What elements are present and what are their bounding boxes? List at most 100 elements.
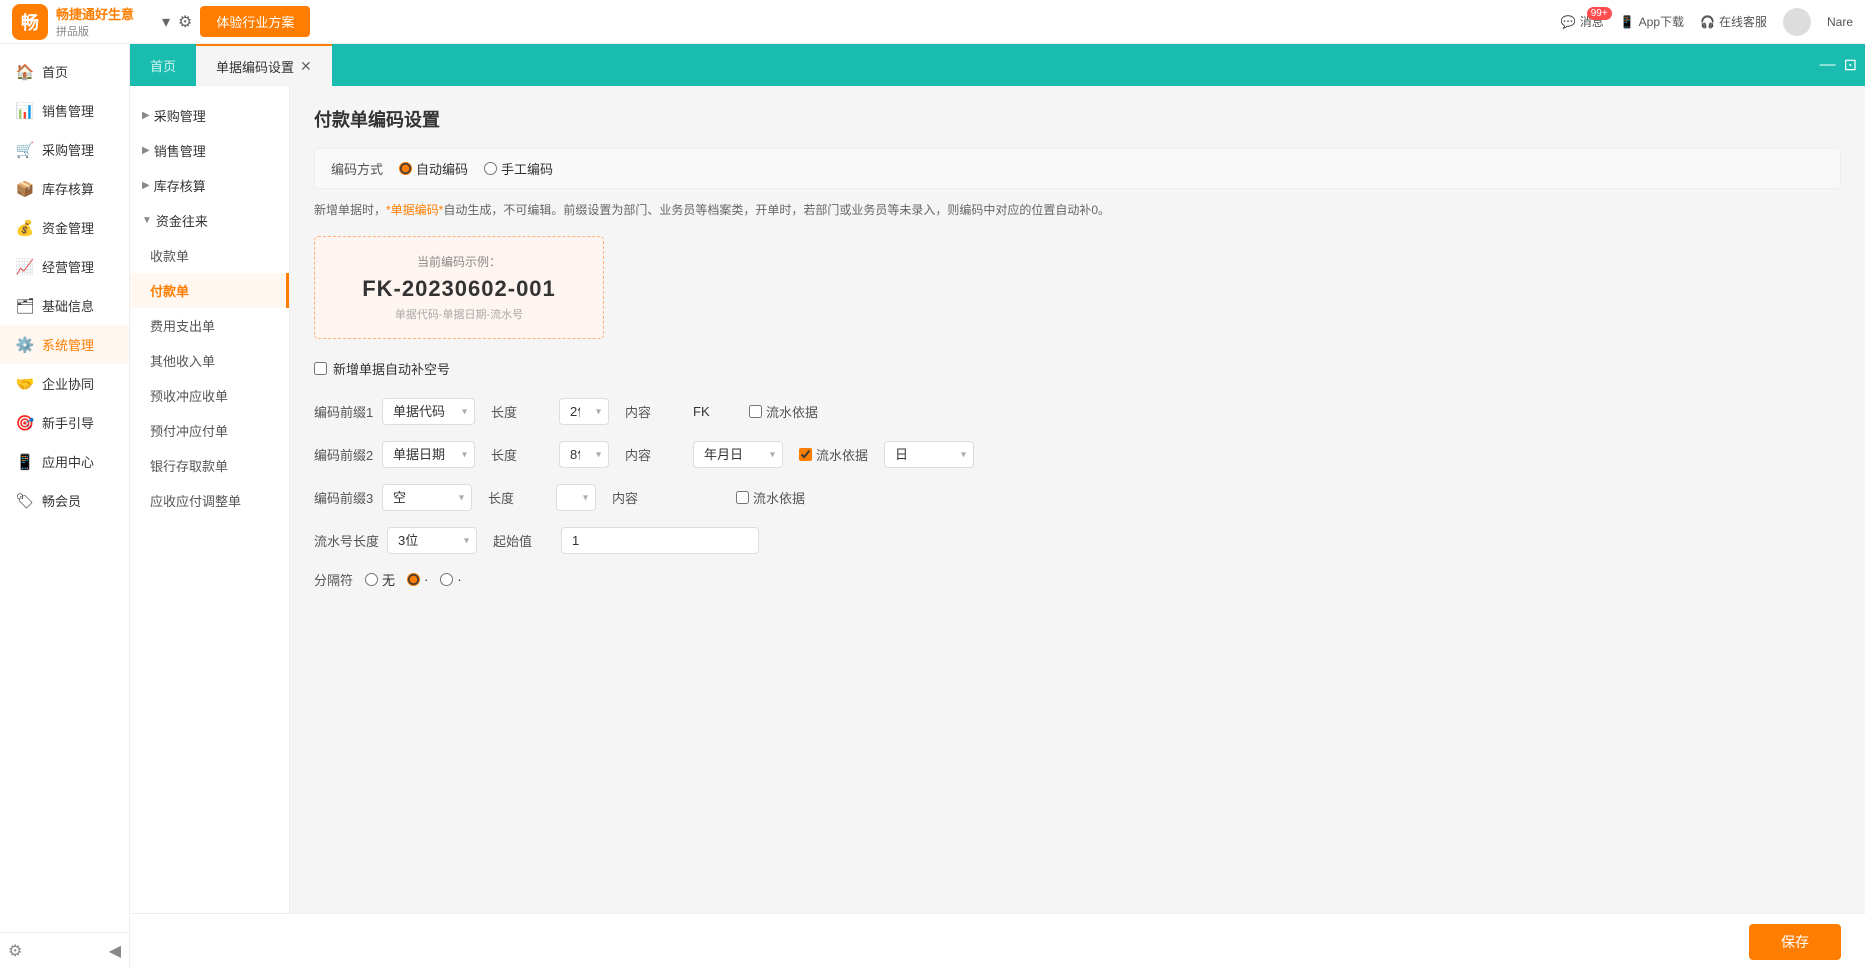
sidebar-item-sales[interactable]: 📊 销售管理 — [0, 91, 129, 130]
prefix1-select[interactable]: 单据代码 — [382, 398, 475, 425]
prefix3-content-label: 内容 — [612, 488, 672, 507]
prefix2-field: 编码前缀2 单据日期 ▾ — [314, 441, 475, 468]
prefix2-content-field: 内容 年月日 ▾ — [625, 441, 783, 468]
start-value-label: 起始值 — [493, 531, 553, 550]
prefix2-period-select[interactable]: 日 — [884, 441, 974, 468]
prefix3-serial-checkbox[interactable] — [736, 491, 749, 504]
sub-header-inventory[interactable]: ▶ 库存核算 — [130, 168, 289, 203]
sub-item-advance-payable[interactable]: 预付冲应付单 — [130, 413, 289, 448]
sidebar-nav: 🏠 首页 📊 销售管理 🛒 采购管理 📦 库存核算 💰 资金管理 📈 经 — [0, 44, 129, 932]
save-button[interactable]: 保存 — [1749, 924, 1841, 960]
sub-group-purchase: ▶ 采购管理 — [130, 98, 289, 133]
prefix1-length-select[interactable]: 2位 — [559, 398, 609, 425]
sep-dot-radio[interactable] — [407, 573, 420, 586]
avatar[interactable] — [1783, 8, 1811, 36]
prefix3-label: 编码前缀3 — [314, 488, 374, 507]
sub-item-payment[interactable]: 付款单 — [130, 273, 289, 308]
top-header: 畅 畅捷通好生意 拼品版 ▾ ⚙ 体验行业方案 💬 消息 99+ 📱 App下载… — [0, 0, 1865, 44]
sub-item-adjustment[interactable]: 应收应付调整单 — [130, 483, 289, 518]
prefix3-serial-label[interactable]: 流水依据 — [736, 488, 805, 507]
sidebar-item-home[interactable]: 🏠 首页 — [0, 52, 129, 91]
message-icon: 💬 — [1561, 15, 1576, 29]
dropdown-btn[interactable]: ▾ — [162, 12, 170, 32]
sub-item-advance-receivable[interactable]: 预收冲应收单 — [130, 378, 289, 413]
left-sidebar: 🏠 首页 📊 销售管理 🛒 采购管理 📦 库存核算 💰 资金管理 📈 经 — [0, 44, 130, 969]
message-btn[interactable]: 💬 消息 99+ — [1561, 13, 1604, 30]
tab-bar: 首页 单据编码设置 ✕ — ⊡ — [130, 44, 1865, 86]
sidebar-item-system[interactable]: ⚙️ 系统管理 — [0, 325, 129, 364]
sep-none-option[interactable]: 无 — [365, 570, 395, 589]
prefix1-serial-checkbox[interactable] — [749, 405, 762, 418]
tab-maximize-btn[interactable]: ⊡ — [1844, 55, 1857, 75]
sep-dash-option[interactable]: · — [440, 572, 461, 587]
sep-none-label: 无 — [382, 570, 395, 589]
auto-encode-option[interactable]: 自动编码 — [399, 159, 468, 178]
sub-item-bank[interactable]: 银行存取款单 — [130, 448, 289, 483]
sidebar-item-enterprise[interactable]: 🤝 企业协同 — [0, 364, 129, 403]
sidebar-item-finance[interactable]: 💰 资金管理 — [0, 208, 129, 247]
prefix3-content-field: 内容 — [612, 488, 720, 507]
prefix2-label: 编码前缀2 — [314, 445, 374, 464]
prefix2-content-select[interactable]: 年月日 — [693, 441, 783, 468]
sidebar-settings-btn[interactable]: ⚙ — [8, 941, 22, 961]
apps-icon: 📱 — [16, 453, 34, 471]
sidebar-collapse-btn[interactable]: ◀ — [109, 941, 121, 961]
trial-button[interactable]: 体验行业方案 — [200, 6, 310, 37]
sidebar-item-basic[interactable]: 🗂 基础信息 — [0, 286, 129, 325]
sub-header-capital[interactable]: ▼ 资金往来 — [130, 203, 289, 238]
encoding-radio-group: 自动编码 手工编码 — [399, 159, 553, 178]
sub-header-sales[interactable]: ▶ 销售管理 — [130, 133, 289, 168]
auto-fill-checkbox[interactable] — [314, 362, 327, 375]
prefix3-select[interactable]: 空 — [382, 484, 472, 511]
sub-header-purchase[interactable]: ▶ 采购管理 — [130, 98, 289, 133]
prefix3-length-wrapper: ▾ — [556, 484, 596, 511]
tab-home[interactable]: 首页 — [130, 44, 196, 86]
sub-item-receipt[interactable]: 收款单 — [130, 238, 289, 273]
sep-none-radio[interactable] — [365, 573, 378, 586]
finance-icon: 💰 — [16, 219, 34, 237]
page-content: ▶ 采购管理 ▶ 销售管理 ▶ 库存核算 — [130, 86, 1865, 913]
operations-icon: 📈 — [16, 258, 34, 276]
manual-encode-option[interactable]: 手工编码 — [484, 159, 553, 178]
arrow-icon: ▶ — [142, 180, 150, 191]
auto-encode-radio[interactable] — [399, 162, 412, 175]
sidebar-item-member[interactable]: 🏷 畅会员 — [0, 481, 129, 520]
purchase-icon: 🛒 — [16, 141, 34, 159]
sidebar-item-inventory[interactable]: 📦 库存核算 — [0, 169, 129, 208]
start-value-input[interactable] — [561, 527, 759, 554]
tab-minimize-btn[interactable]: — — [1820, 56, 1836, 74]
prefix1-content-field: 内容 FK — [625, 402, 733, 421]
preview-code: FK-20230602-001 — [362, 276, 556, 302]
prefix2-serial-checkbox[interactable] — [799, 448, 812, 461]
prefix2-select-wrapper: 单据日期 ▾ — [382, 441, 475, 468]
serial-length-select[interactable]: 3位 — [387, 527, 477, 554]
settings-icon[interactable]: ⚙ — [178, 12, 192, 32]
sep-dash-label: · — [457, 572, 461, 587]
manual-encode-label: 手工编码 — [501, 159, 553, 178]
username[interactable]: Nare — [1827, 15, 1853, 29]
prefix1-serial-label[interactable]: 流水依据 — [749, 402, 818, 421]
sidebar-item-purchase[interactable]: 🛒 采购管理 — [0, 130, 129, 169]
sidebar-item-operations[interactable]: 📈 经营管理 — [0, 247, 129, 286]
prefix2-serial-label[interactable]: 流水依据 — [799, 445, 868, 464]
sidebar-item-guide[interactable]: 🎯 新手引导 — [0, 403, 129, 442]
tab-encoding-settings[interactable]: 单据编码设置 ✕ — [196, 44, 332, 86]
sep-dash-radio[interactable] — [440, 573, 453, 586]
sub-item-expense[interactable]: 费用支出单 — [130, 308, 289, 343]
inventory-icon: 📦 — [16, 180, 34, 198]
prefix2-length-select[interactable]: 8位 — [559, 441, 609, 468]
download-btn[interactable]: 📱 App下载 — [1620, 13, 1684, 30]
sub-group-inventory: ▶ 库存核算 — [130, 168, 289, 203]
encoding-mode-label: 编码方式 — [331, 159, 383, 178]
service-btn[interactable]: 🎧 在线客服 — [1700, 13, 1767, 30]
prefix2-content-wrapper: 年月日 ▾ — [693, 441, 783, 468]
sub-item-other-income[interactable]: 其他收入单 — [130, 343, 289, 378]
prefix3-length-select[interactable] — [556, 484, 596, 511]
prefix2-select[interactable]: 单据日期 — [382, 441, 475, 468]
tab-close-icon[interactable]: ✕ — [300, 58, 312, 75]
home-icon: 🏠 — [16, 63, 34, 81]
manual-encode-radio[interactable] — [484, 162, 497, 175]
main-layout: 🏠 首页 📊 销售管理 🛒 采购管理 📦 库存核算 💰 资金管理 📈 经 — [0, 44, 1865, 969]
sidebar-item-apps[interactable]: 📱 应用中心 — [0, 442, 129, 481]
sep-dot-option[interactable]: · — [407, 572, 428, 587]
